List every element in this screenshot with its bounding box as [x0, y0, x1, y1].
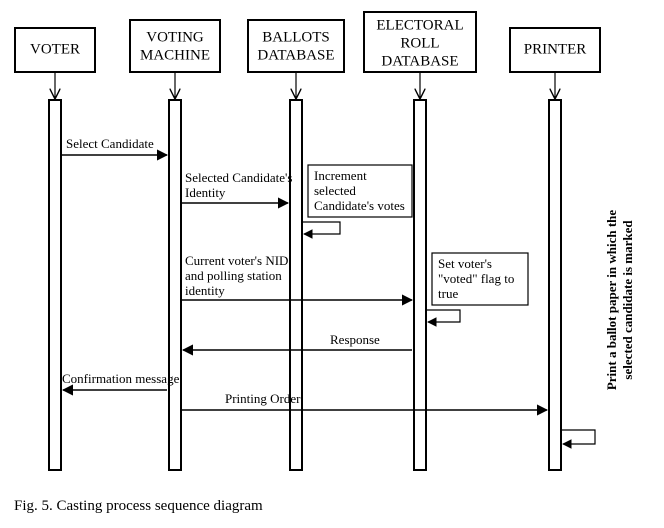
- actor-voter: VOTER: [15, 28, 95, 72]
- msg-printing-order-label: Printing Order: [225, 391, 301, 406]
- svg-text:ROLL: ROLL: [400, 35, 439, 51]
- svg-text:PRINTER: PRINTER: [524, 41, 587, 57]
- svg-text:ELECTORAL: ELECTORAL: [376, 17, 463, 33]
- svg-text:DATABASE: DATABASE: [257, 47, 334, 63]
- svg-text:and polling station: and polling station: [185, 268, 282, 283]
- msg-select-candidate-label: Select Candidate: [66, 136, 154, 151]
- actor-voting-machine: VOTING MACHINE: [130, 20, 220, 72]
- activation-electoral: [414, 100, 426, 470]
- msg-confirmation-label: Confirmation message: [62, 371, 180, 386]
- svg-text:identity: identity: [185, 283, 225, 298]
- svg-text:true: true: [438, 286, 458, 301]
- svg-text:DATABASE: DATABASE: [381, 53, 458, 69]
- svg-text:BALLOTS: BALLOTS: [262, 29, 330, 45]
- svg-text:Current voter's NID: Current voter's NID: [185, 253, 288, 268]
- svg-text:Set voter's: Set voter's: [438, 256, 492, 271]
- figure-caption: Fig. 5. Casting process sequence diagram: [14, 498, 263, 514]
- self-loop-printer: [561, 430, 595, 444]
- svg-text:selected candidate is marked: selected candidate is marked: [620, 220, 635, 380]
- self-loop-ballots: [302, 222, 340, 234]
- svg-text:VOTING: VOTING: [146, 29, 204, 45]
- svg-text:Selected Candidate's: Selected Candidate's: [185, 170, 292, 185]
- svg-text:selected: selected: [314, 183, 356, 198]
- activation-ballots: [290, 100, 302, 470]
- msg-response-label: Response: [330, 332, 380, 347]
- activation-printer: [549, 100, 561, 470]
- svg-text:Print a ballot paper in which: Print a ballot paper in which the: [604, 210, 619, 391]
- side-note-printer: Print a ballot paper in which the select…: [604, 210, 635, 391]
- actor-electoral-database: ELECTORAL ROLL DATABASE: [364, 12, 476, 72]
- actor-voter-label: VOTER: [30, 41, 80, 57]
- svg-text:Identity: Identity: [185, 185, 226, 200]
- svg-text:Increment: Increment: [314, 168, 367, 183]
- sequence-diagram: VOTER VOTING MACHINE BALLOTS DATABASE EL…: [0, 0, 664, 528]
- svg-text:Candidate's votes: Candidate's votes: [314, 198, 405, 213]
- actor-ballots-database: BALLOTS DATABASE: [248, 20, 344, 72]
- activation-machine: [169, 100, 181, 470]
- activation-voter: [49, 100, 61, 470]
- svg-text:"voted" flag to: "voted" flag to: [438, 271, 514, 286]
- svg-text:MACHINE: MACHINE: [140, 47, 210, 63]
- self-loop-electoral: [426, 310, 460, 322]
- actor-printer: PRINTER: [510, 28, 600, 72]
